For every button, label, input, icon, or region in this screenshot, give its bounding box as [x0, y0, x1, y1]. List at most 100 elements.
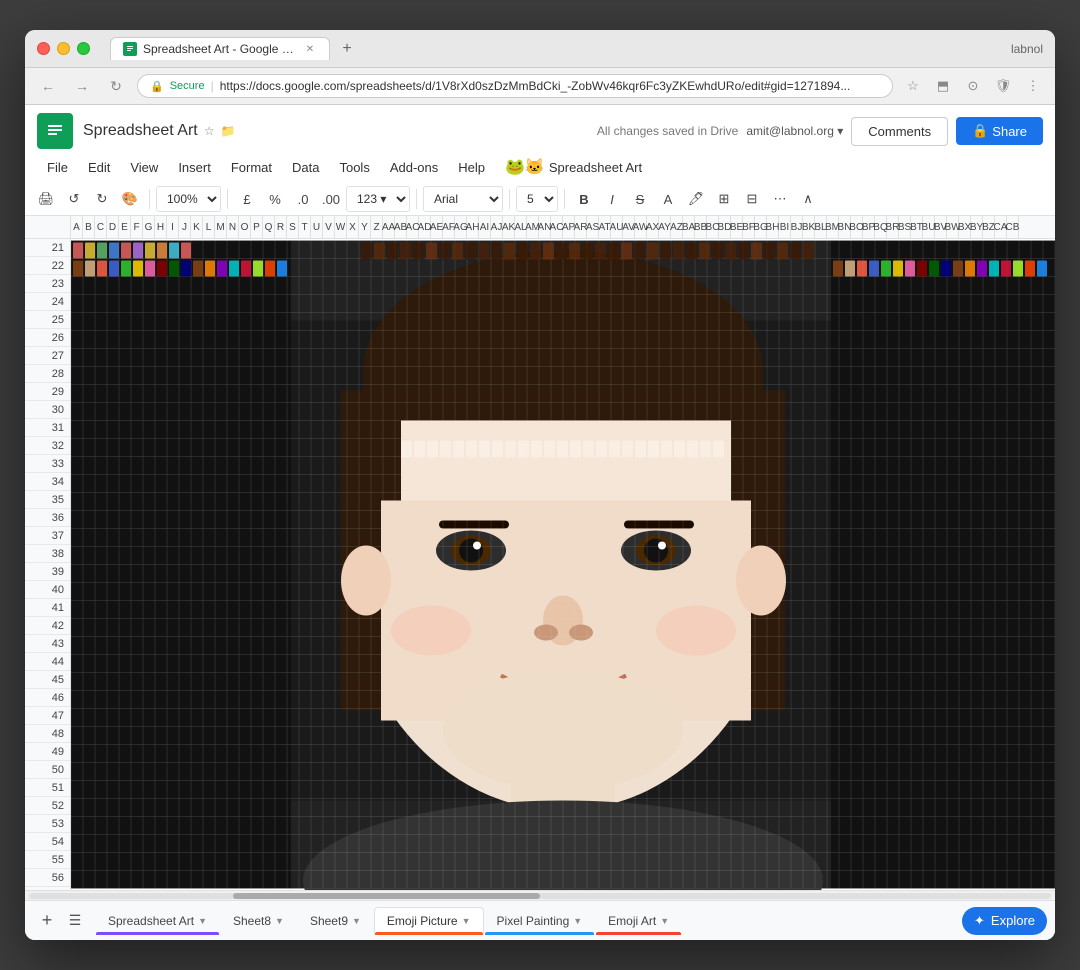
col-header-g[interactable]: G	[143, 216, 155, 238]
tab-spreadsheet-art[interactable]: Spreadsheet Art ▼	[95, 907, 220, 934]
shield-button[interactable]: 🛡	[991, 74, 1015, 98]
row-num-36[interactable]: 36	[25, 509, 70, 527]
chevron-up-button[interactable]: ∧	[795, 186, 821, 212]
more-button[interactable]: ⋯	[767, 186, 793, 212]
row-num-47[interactable]: 47	[25, 707, 70, 725]
font-color-button[interactable]: A	[655, 186, 681, 212]
strikethrough-button[interactable]: S	[627, 186, 653, 212]
tab-sheet8[interactable]: Sheet8 ▼	[220, 907, 297, 934]
row-num-37[interactable]: 37	[25, 527, 70, 545]
italic-button[interactable]: I	[599, 186, 625, 212]
row-num-48[interactable]: 48	[25, 725, 70, 743]
row-num-40[interactable]: 40	[25, 581, 70, 599]
col-header-bh[interactable]: BH	[767, 216, 779, 238]
cast-button[interactable]: ⬒	[931, 74, 955, 98]
menu-help[interactable]: Help	[448, 156, 495, 179]
menu-file[interactable]: File	[37, 156, 78, 179]
col-header-au[interactable]: AU	[611, 216, 623, 238]
paint-format-button[interactable]: 🎨	[117, 186, 143, 212]
close-button[interactable]	[37, 42, 50, 55]
highlight-button[interactable]: 🖊	[683, 186, 709, 212]
currency-button[interactable]: £	[234, 186, 260, 212]
col-header-p[interactable]: P	[251, 216, 263, 238]
menu-addons[interactable]: Add-ons	[380, 156, 448, 179]
share-button[interactable]: 🔒 Share	[956, 117, 1043, 145]
menu-format[interactable]: Format	[221, 156, 282, 179]
row-num-30[interactable]: 30	[25, 401, 70, 419]
row-num-39[interactable]: 39	[25, 563, 70, 581]
scrollbar-thumb[interactable]	[233, 893, 540, 899]
col-header-cb[interactable]: CB	[1007, 216, 1019, 238]
row-num-27[interactable]: 27	[25, 347, 70, 365]
row-num-45[interactable]: 45	[25, 671, 70, 689]
col-header-ah[interactable]: AH	[467, 216, 479, 238]
row-num-31[interactable]: 31	[25, 419, 70, 437]
redo-button[interactable]: ↻	[89, 186, 115, 212]
row-num-38[interactable]: 38	[25, 545, 70, 563]
row-num-22[interactable]: 22	[25, 257, 70, 275]
row-num-52[interactable]: 52	[25, 797, 70, 815]
col-header-s[interactable]: S	[287, 216, 299, 238]
row-num-55[interactable]: 55	[25, 851, 70, 869]
back-button[interactable]: ←	[35, 73, 61, 99]
row-num-34[interactable]: 34	[25, 473, 70, 491]
borders-button[interactable]: ⊞	[711, 186, 737, 212]
folder-icon[interactable]: 📁	[221, 124, 236, 138]
col-header-o[interactable]: O	[239, 216, 251, 238]
row-num-41[interactable]: 41	[25, 599, 70, 617]
row-num-44[interactable]: 44	[25, 653, 70, 671]
col-header-c[interactable]: C	[95, 216, 107, 238]
tab-emoji-art[interactable]: Emoji Art ▼	[595, 907, 682, 934]
browser-tab[interactable]: Spreadsheet Art - Google She... ✕	[110, 37, 330, 60]
col-header-bi[interactable]: BI	[779, 216, 791, 238]
tab-emoji-picture[interactable]: Emoji Picture ▼	[374, 907, 484, 934]
col-header-q[interactable]: Q	[263, 216, 275, 238]
col-header-v[interactable]: V	[323, 216, 335, 238]
col-header-b[interactable]: B	[83, 216, 95, 238]
row-num-25[interactable]: 25	[25, 311, 70, 329]
col-header-m[interactable]: M	[215, 216, 227, 238]
row-num-21[interactable]: 21	[25, 239, 70, 257]
row-num-43[interactable]: 43	[25, 635, 70, 653]
undo-button[interactable]: ↺	[61, 186, 87, 212]
row-num-28[interactable]: 28	[25, 365, 70, 383]
col-header-x[interactable]: X	[347, 216, 359, 238]
col-header-bk[interactable]: BK	[803, 216, 815, 238]
col-header-w[interactable]: W	[335, 216, 347, 238]
address-bar[interactable]: 🔒 Secure | https://docs.google.com/sprea…	[137, 74, 893, 98]
col-header-ax[interactable]: AX	[647, 216, 659, 238]
horizontal-scrollbar[interactable]	[25, 890, 1055, 900]
percent-button[interactable]: %	[262, 186, 288, 212]
col-header-y[interactable]: Y	[359, 216, 371, 238]
menu-data[interactable]: Data	[282, 156, 329, 179]
row-num-53[interactable]: 53	[25, 815, 70, 833]
font-family-select[interactable]: Arial	[423, 186, 503, 212]
col-header-u[interactable]: U	[311, 216, 323, 238]
row-num-29[interactable]: 29	[25, 383, 70, 401]
menu-edit[interactable]: Edit	[78, 156, 120, 179]
font-size-select[interactable]: 5	[516, 186, 558, 212]
row-num-42[interactable]: 42	[25, 617, 70, 635]
zoom-select[interactable]: 100%	[156, 186, 221, 212]
explore-button[interactable]: ✦ Explore	[962, 907, 1047, 935]
col-header-h[interactable]: H	[155, 216, 167, 238]
row-num-26[interactable]: 26	[25, 329, 70, 347]
menu-button[interactable]: ⋮	[1021, 74, 1045, 98]
row-num-50[interactable]: 50	[25, 761, 70, 779]
col-header-d[interactable]: D	[107, 216, 119, 238]
menu-tools[interactable]: Tools	[329, 156, 379, 179]
row-num-32[interactable]: 32	[25, 437, 70, 455]
tab-sheet9[interactable]: Sheet9 ▼	[297, 907, 374, 934]
bold-button[interactable]: B	[571, 186, 597, 212]
col-header-j[interactable]: J	[179, 216, 191, 238]
row-num-49[interactable]: 49	[25, 743, 70, 761]
col-header-f[interactable]: F	[131, 216, 143, 238]
col-header-ai[interactable]: AI	[479, 216, 491, 238]
menu-insert[interactable]: Insert	[168, 156, 221, 179]
tab-pixel-painting[interactable]: Pixel Painting ▼	[484, 907, 596, 934]
col-header-e[interactable]: E	[119, 216, 131, 238]
number-format-select[interactable]: 123 ▾	[346, 186, 410, 212]
col-header-k[interactable]: K	[191, 216, 203, 238]
star-button[interactable]: ☆	[901, 74, 925, 98]
col-header-i[interactable]: I	[167, 216, 179, 238]
